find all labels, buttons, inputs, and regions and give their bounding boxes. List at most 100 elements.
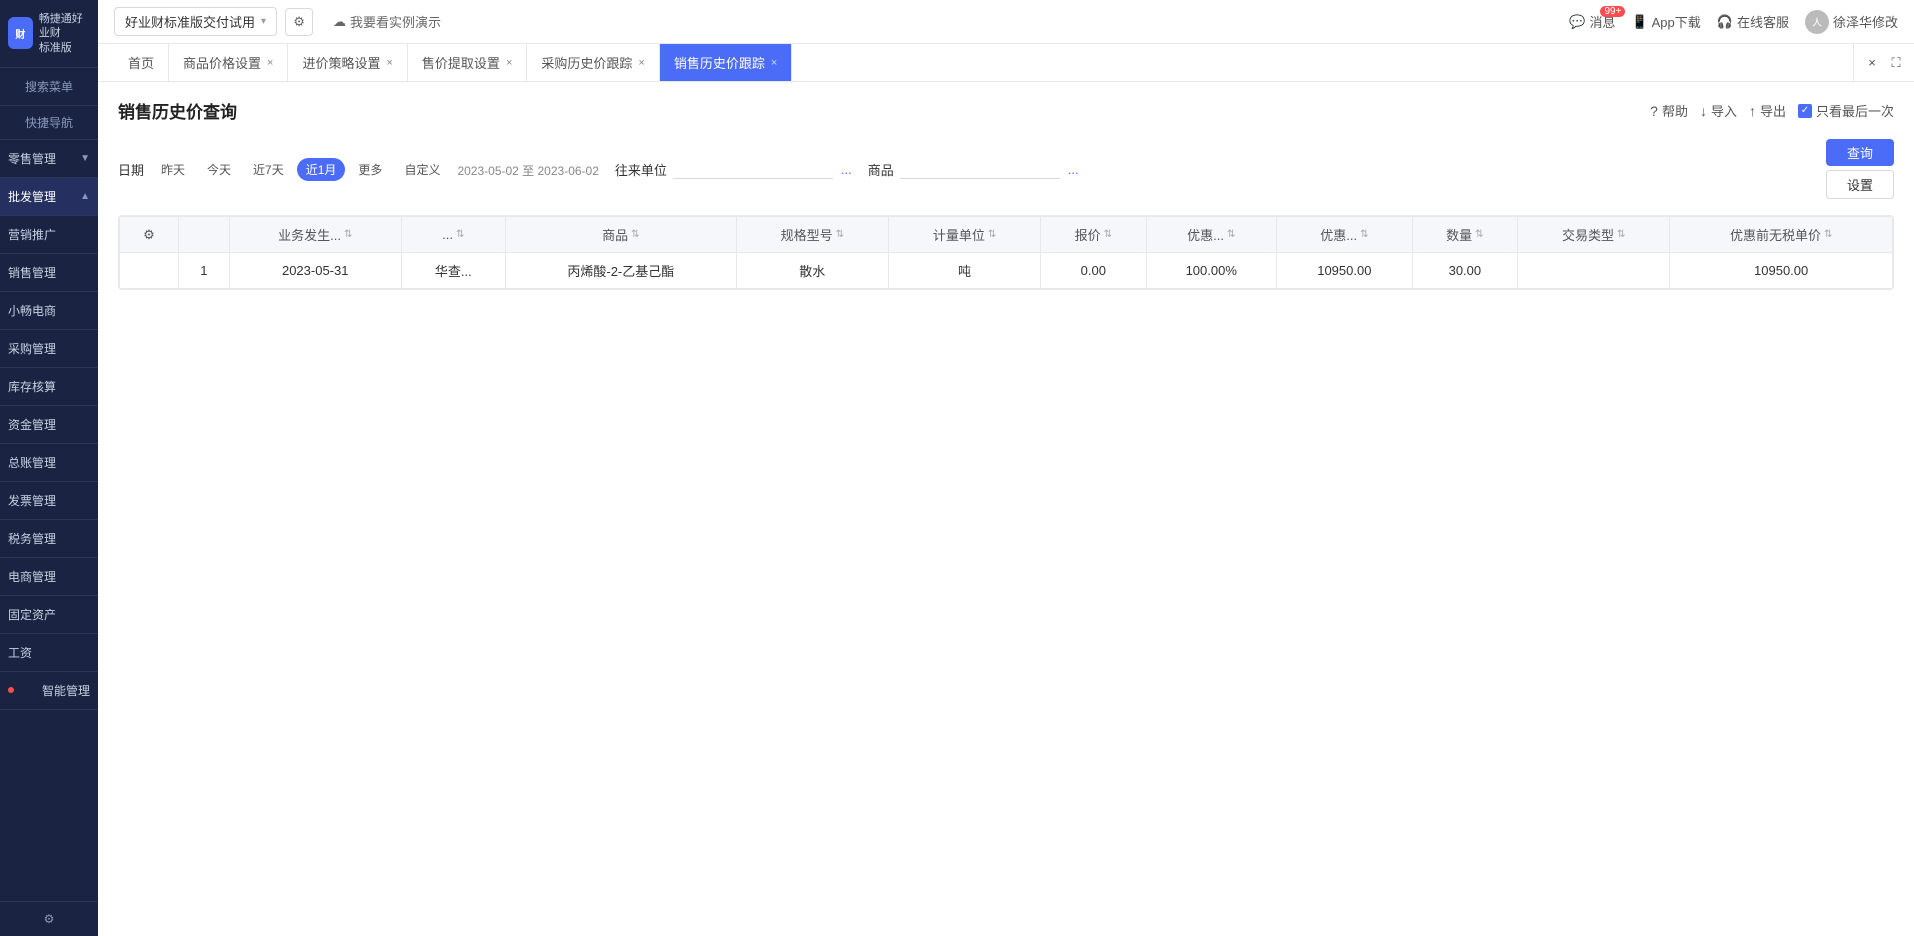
cell-pretax-price: 10950.00	[1670, 253, 1893, 289]
sidebar-item-ecommerce[interactable]: 电商管理	[0, 558, 98, 596]
cell-unit: 吨	[888, 253, 1040, 289]
col-discount1-label: 优惠...	[1187, 225, 1224, 244]
col-discount2-label: 优惠...	[1320, 225, 1357, 244]
col-price[interactable]: 报价 ⇅	[1041, 217, 1146, 253]
col-discount1[interactable]: 优惠... ⇅	[1146, 217, 1276, 253]
demo-button[interactable]: ☁ 我要看实例演示	[333, 12, 441, 31]
only-last-checkbox[interactable]: ✓ 只看最后一次	[1798, 101, 1894, 120]
date-range-display: 2023-05-02 至 2023-06-02	[457, 162, 598, 179]
smart-mgmt-dot	[8, 687, 14, 693]
from-unit-label: 往来单位	[615, 160, 667, 179]
col-gear[interactable]: ⚙	[120, 217, 179, 253]
export-button[interactable]: ↑ 导出	[1749, 101, 1786, 120]
filter-bar: 日期 昨天 今天 近7天 近1月 更多 自定义 2023-05-02 至 202…	[118, 139, 1894, 199]
col-pretax-price-label: 优惠前无税单价	[1730, 225, 1821, 244]
close-window-button[interactable]: ×	[1862, 53, 1882, 73]
date-btn-1month[interactable]: 近1月	[297, 158, 346, 181]
sidebar-item-smart-mgmt[interactable]: 智能管理	[0, 672, 98, 710]
tab-sales-history-close[interactable]: ×	[771, 57, 777, 69]
col-product[interactable]: 商品 ⇅	[505, 217, 736, 253]
col-business-date[interactable]: 业务发生... ⇅	[229, 217, 401, 253]
date-btn-custom[interactable]: 自定义	[395, 158, 449, 181]
user-menu[interactable]: 人 徐泽华修改	[1805, 10, 1898, 34]
tab-sales-history[interactable]: 销售历史价跟踪 ×	[660, 44, 792, 82]
date-btn-today[interactable]: 今天	[198, 158, 240, 181]
maximize-window-button[interactable]: ⛶	[1886, 53, 1906, 73]
product-input[interactable]	[900, 159, 1060, 179]
date-btn-yesterday[interactable]: 昨天	[152, 158, 194, 181]
sidebar-item-fixed-assets[interactable]: 固定资产	[0, 596, 98, 634]
tab-sale-extract[interactable]: 售价提取设置 ×	[408, 44, 527, 82]
col-spec[interactable]: 规格型号 ⇅	[736, 217, 888, 253]
from-unit-dots[interactable]: ...	[841, 162, 852, 177]
data-table-container: ⚙ 业务发生... ⇅ ... ⇅	[118, 215, 1894, 290]
sidebar-item-tax-label: 税务管理	[8, 530, 56, 547]
sidebar-item-wholesale-arrow: ▲	[80, 191, 90, 202]
sort-icon-discount1: ⇅	[1227, 229, 1235, 240]
sidebar-item-retail[interactable]: 零售管理 ▼	[0, 140, 98, 178]
col-extra1[interactable]: ... ⇅	[401, 217, 505, 253]
sort-icon-spec: ⇅	[836, 229, 844, 240]
sidebar-item-tax[interactable]: 税务管理	[0, 520, 98, 558]
product-dots[interactable]: ...	[1068, 162, 1079, 177]
product-filter: 商品 ...	[868, 159, 1079, 179]
sidebar-item-salary-label: 工资	[8, 644, 32, 661]
sidebar-item-ecommerce-small[interactable]: 小畅电商	[0, 292, 98, 330]
export-icon: ↑	[1749, 103, 1756, 119]
help-button[interactable]: ? 帮助	[1650, 101, 1688, 120]
col-discount2[interactable]: 优惠... ⇅	[1276, 217, 1412, 253]
sidebar-search-menu[interactable]: 搜索菜单	[0, 68, 98, 106]
tab-sale-extract-close[interactable]: ×	[506, 57, 512, 69]
query-button[interactable]: 查询	[1826, 139, 1894, 166]
sidebar-item-wholesale[interactable]: 批发管理 ▲	[0, 178, 98, 216]
version-label: 好业财标准版交付试用	[125, 12, 255, 31]
from-unit-input[interactable]	[673, 159, 833, 179]
sidebar-item-purchase[interactable]: 采购管理	[0, 330, 98, 368]
date-label: 日期	[118, 160, 144, 179]
date-buttons: 昨天 今天 近7天 近1月 更多 自定义	[152, 158, 449, 181]
sidebar-item-sales[interactable]: 销售管理	[0, 254, 98, 292]
col-unit[interactable]: 计量单位 ⇅	[888, 217, 1040, 253]
topbar-gear-button[interactable]: ⚙	[285, 8, 313, 36]
cell-gear[interactable]	[120, 253, 179, 289]
app-download-button[interactable]: 📱 App下载	[1631, 12, 1700, 31]
topbar-left: 好业财标准版交付试用 ▾ ⚙ ☁ 我要看实例演示	[114, 7, 441, 36]
tab-purchase-history-close[interactable]: ×	[638, 57, 644, 69]
cell-index: 1	[178, 253, 229, 289]
tab-home[interactable]: 首页	[114, 44, 169, 82]
tab-purchase-strategy-label: 进价策略设置	[302, 53, 380, 72]
sidebar-item-fixed-assets-label: 固定资产	[8, 606, 56, 623]
help-icon: ?	[1650, 103, 1658, 119]
sidebar-item-sales-label: 销售管理	[8, 264, 56, 281]
tab-purchase-strategy-close[interactable]: ×	[386, 57, 392, 69]
message-icon: 💬	[1569, 14, 1585, 30]
tab-price-close[interactable]: ×	[267, 57, 273, 69]
sidebar-settings-button[interactable]: ⚙	[0, 901, 98, 936]
sidebar-item-salary[interactable]: 工资	[0, 634, 98, 672]
date-btn-7days[interactable]: 近7天	[244, 158, 293, 181]
sort-icon-unit: ⇅	[988, 229, 996, 240]
cell-discount2: 10950.00	[1276, 253, 1412, 289]
col-quantity[interactable]: 数量 ⇅	[1412, 217, 1517, 253]
sidebar-item-capital[interactable]: 资金管理	[0, 406, 98, 444]
message-button[interactable]: 💬 消息 99+	[1569, 12, 1615, 31]
sidebar-item-inventory[interactable]: 库存核算	[0, 368, 98, 406]
sidebar-item-marketing[interactable]: 营销推广	[0, 216, 98, 254]
version-selector[interactable]: 好业财标准版交付试用 ▾	[114, 7, 277, 36]
sidebar-quick-nav[interactable]: 快捷导航	[0, 106, 98, 140]
tab-purchase-strategy[interactable]: 进价策略设置 ×	[288, 44, 407, 82]
tab-price[interactable]: 商品价格设置 ×	[169, 44, 288, 82]
col-transaction-type-label: 交易类型	[1562, 225, 1614, 244]
filter-settings-button[interactable]: 设置	[1826, 170, 1894, 199]
tab-purchase-history[interactable]: 采购历史价跟踪 ×	[527, 44, 659, 82]
cell-discount1: 100.00%	[1146, 253, 1276, 289]
sidebar: 财 畅捷通好业财标准版 搜索菜单 快捷导航 零售管理 ▼ 批发管理 ▲ 营销推广…	[0, 0, 98, 936]
sidebar-item-general-ledger[interactable]: 总账管理	[0, 444, 98, 482]
online-service-button[interactable]: 🎧 在线客服	[1717, 12, 1789, 31]
date-btn-more[interactable]: 更多	[349, 158, 391, 181]
sidebar-item-invoice[interactable]: 发票管理	[0, 482, 98, 520]
col-transaction-type[interactable]: 交易类型 ⇅	[1518, 217, 1670, 253]
import-button[interactable]: ↓ 导入	[1700, 101, 1737, 120]
sort-icon-quantity: ⇅	[1475, 229, 1483, 240]
col-pretax-price[interactable]: 优惠前无税单价 ⇅	[1670, 217, 1893, 253]
